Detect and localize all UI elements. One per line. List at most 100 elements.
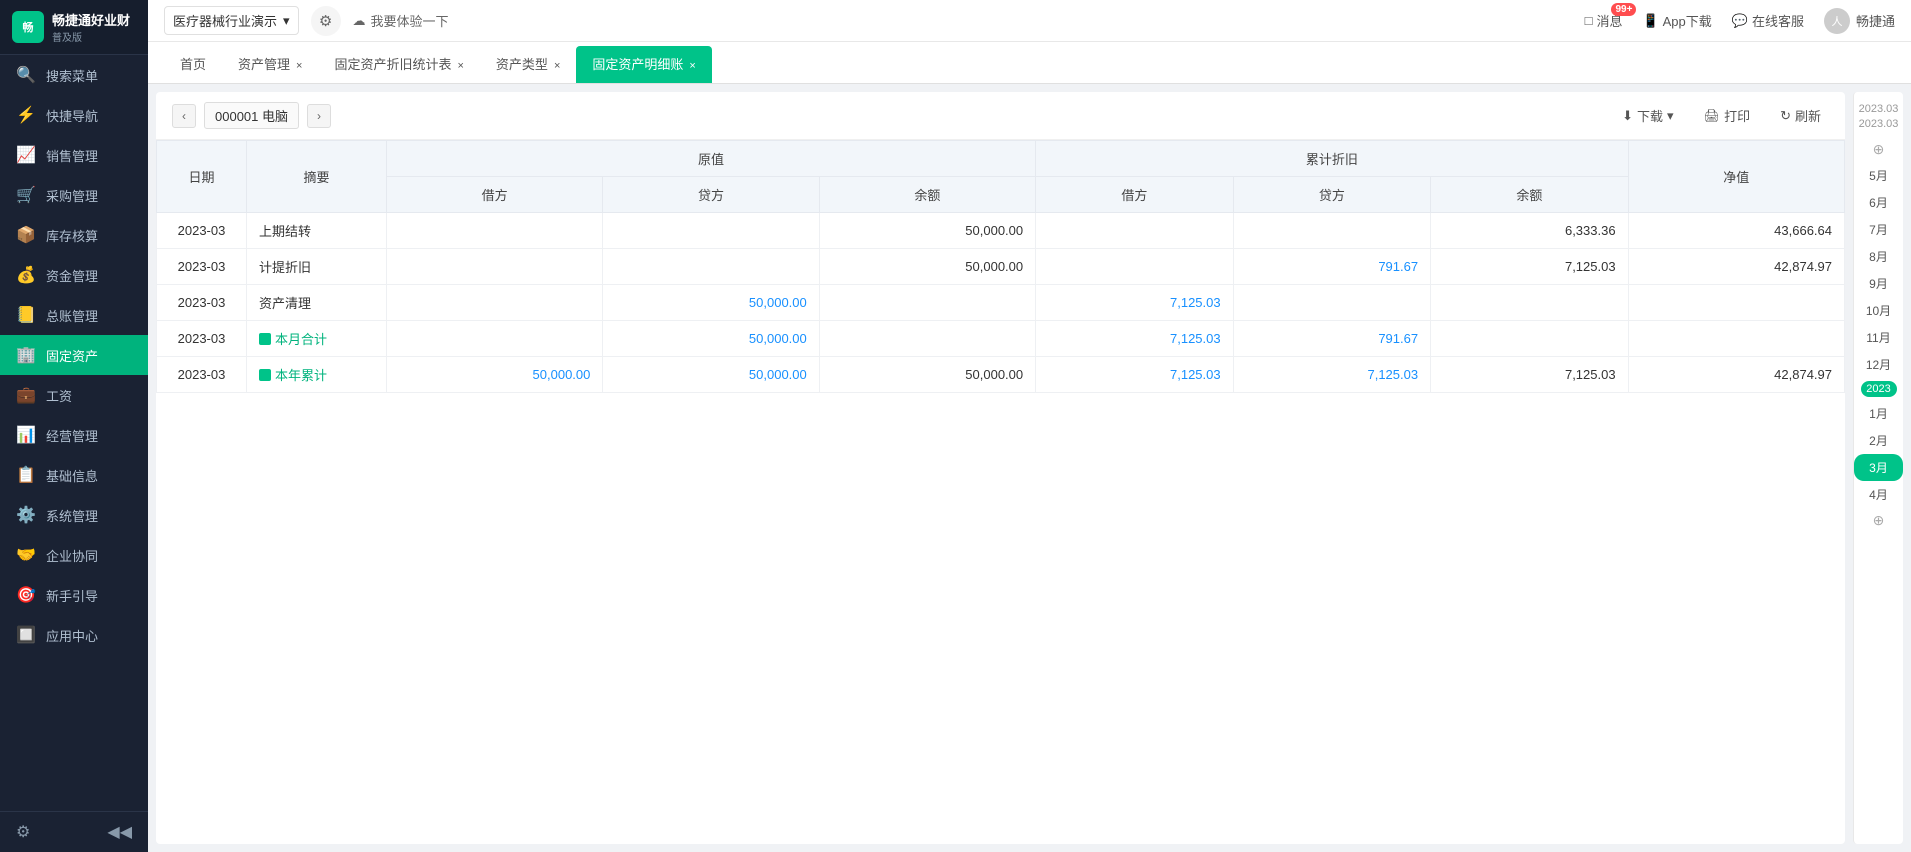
messages-badge: 99+ — [1611, 3, 1636, 16]
col-net-value: 净值 — [1628, 141, 1844, 213]
cell-date: 2023-03 — [157, 321, 247, 357]
timeline-expand-up[interactable]: ⊕ — [1869, 137, 1889, 162]
sidebar-label-fixed-assets: 固定资产 — [46, 346, 98, 365]
username: 畅捷通 — [1856, 11, 1895, 30]
settings-icon[interactable]: ⚙ — [16, 822, 30, 842]
asset-name-text: 电脑 — [262, 109, 288, 124]
tab-asset-management[interactable]: 资产管理× — [222, 46, 318, 83]
table-row: 2023-03 本月合计 50,000.00 7,125.03 791.67 — [157, 321, 1845, 357]
logo-icon: 畅 — [12, 11, 44, 43]
col-ad-debit: 借方 — [1036, 177, 1233, 213]
sidebar-label-quick-nav: 快捷导航 — [46, 106, 98, 125]
cell-ad-credit: 7,125.03 — [1233, 357, 1430, 393]
tab-asset-type[interactable]: 资产类型× — [480, 46, 576, 83]
cell-ov-credit — [603, 213, 819, 249]
col-summary: 摘要 — [247, 141, 387, 213]
sidebar-item-sales[interactable]: 📈 销售管理 — [0, 135, 148, 175]
tab-depreciation-stats[interactable]: 固定资产折旧统计表× — [318, 46, 479, 83]
dropdown-arrow: ▾ — [1667, 108, 1674, 124]
sidebar-icon-sales: 📈 — [16, 145, 36, 165]
panel-nav: ‹ 000001 电脑 › — [172, 102, 331, 129]
cell-date: 2023-03 — [157, 357, 247, 393]
next-button[interactable]: › — [307, 104, 331, 128]
table-row: 2023-03 上期结转 50,000.00 6,333.36 43,666.6… — [157, 213, 1845, 249]
sidebar-item-basic-info[interactable]: 📋基础信息 — [0, 455, 148, 495]
cell-summary: 上期结转 — [247, 213, 387, 249]
refresh-button[interactable]: ↻ 刷新 — [1772, 102, 1829, 129]
cell-ov-credit: 50,000.00 — [603, 285, 819, 321]
sidebar-label-inventory: 库存核算 — [46, 226, 98, 245]
cell-ad-balance: 6,333.36 — [1431, 213, 1628, 249]
sidebar-item-app-center[interactable]: 🔲应用中心 — [0, 615, 148, 655]
sidebar-item-payroll[interactable]: 💼工资 — [0, 375, 148, 415]
sidebar-item-fixed-assets[interactable]: 🏢固定资产 — [0, 335, 148, 375]
sidebar-item-ledger[interactable]: 📒总账管理 — [0, 295, 148, 335]
experience-button[interactable]: ☁ 我要体验一下 — [353, 11, 449, 30]
tab-close-asset-management[interactable]: × — [296, 60, 302, 72]
timeline-expand-down[interactable]: ⊕ — [1869, 508, 1889, 533]
download-button[interactable]: ⬇ 下载 ▾ — [1614, 102, 1681, 129]
timeline-item-4月[interactable]: 4月 — [1854, 481, 1903, 508]
cell-ov-balance: 50,000.00 — [819, 249, 1035, 285]
sidebar-item-quick-nav[interactable]: ⚡快捷导航 — [0, 95, 148, 135]
tab-close-asset-detail[interactable]: × — [689, 60, 695, 72]
sidebar-item-purchase[interactable]: 🛒采购管理 — [0, 175, 148, 215]
cell-date: 2023-03 — [157, 285, 247, 321]
timeline-item-12月[interactable]: 12月 — [1854, 351, 1903, 378]
col-original-value: 原值 — [387, 141, 1036, 177]
sidebar-item-collaboration[interactable]: 🤝企业协同 — [0, 535, 148, 575]
user-menu[interactable]: 人 畅捷通 — [1824, 8, 1895, 34]
tab-close-asset-type[interactable]: × — [554, 60, 560, 72]
cell-ov-debit: 50,000.00 — [387, 357, 603, 393]
logo-main: 畅捷通好业财 — [52, 10, 130, 29]
table-row: 2023-03 资产清理 50,000.00 7,125.03 — [157, 285, 1845, 321]
cell-date: 2023-03 — [157, 213, 247, 249]
timeline-item-1月[interactable]: 1月 — [1854, 400, 1903, 427]
timeline-item-2月[interactable]: 2月 — [1854, 427, 1903, 454]
timeline-year-2023[interactable]: 2023 — [1861, 381, 1897, 397]
timeline-item-8月[interactable]: 8月 — [1854, 243, 1903, 270]
cell-ov-debit — [387, 213, 603, 249]
collapse-icon[interactable]: ◀◀ — [107, 822, 132, 842]
sidebar: 畅 畅捷通好业财 普及版 🔍搜索菜单⚡快捷导航📈销售管理🛒采购管理📦库存核算💰资… — [0, 0, 148, 852]
topbar-right: □ 消息 99+ 📱 App下载 💬 在线客服 人 畅捷通 — [1585, 8, 1895, 34]
settings-button[interactable]: ⚙ — [311, 6, 341, 36]
timeline-item-3月[interactable]: 3月 — [1854, 454, 1903, 481]
sidebar-icon-inventory: 📦 — [16, 225, 36, 245]
tab-close-depreciation-stats[interactable]: × — [457, 60, 463, 72]
sidebar-item-inventory[interactable]: 📦 库存核算 — [0, 215, 148, 255]
timeline-item-11月[interactable]: 11月 — [1854, 324, 1903, 351]
timeline-item-9月[interactable]: 9月 — [1854, 270, 1903, 297]
sidebar-item-system[interactable]: ⚙️系统管理 — [0, 495, 148, 535]
timeline-item-5月[interactable]: 5月 — [1854, 162, 1903, 189]
tab-asset-detail[interactable]: 固定资产明细账× — [576, 46, 711, 83]
timeline-top-year: 2023.032023.03 — [1857, 98, 1901, 137]
cell-ad-credit — [1233, 285, 1430, 321]
sidebar-item-guide[interactable]: 🎯新手引导 — [0, 575, 148, 615]
messages-button[interactable]: □ 消息 99+ — [1585, 11, 1623, 30]
sidebar-item-finance[interactable]: 💰资金管理 — [0, 255, 148, 295]
timeline-item-6月[interactable]: 6月 — [1854, 189, 1903, 216]
download-icon: ⬇ — [1622, 108, 1633, 124]
sidebar-item-operations[interactable]: 📊经营管理 — [0, 415, 148, 455]
app-download-label: App下载 — [1663, 11, 1712, 30]
timeline-item-7月[interactable]: 7月 — [1854, 216, 1903, 243]
tab-home[interactable]: 首页 — [164, 46, 222, 83]
cell-summary: 计提折旧 — [247, 249, 387, 285]
company-selector[interactable]: 医疗器械行业演示 ▾ — [164, 6, 299, 35]
timeline-item-10月[interactable]: 10月 — [1854, 297, 1903, 324]
app-download-button[interactable]: 📱 App下载 — [1642, 11, 1711, 30]
print-button[interactable]: 🖨 打印 — [1696, 102, 1759, 129]
col-date: 日期 — [157, 141, 247, 213]
sidebar-icon-ledger: 📒 — [16, 305, 36, 325]
sidebar-icon-finance: 💰 — [16, 265, 36, 285]
asset-detail-table: 日期 摘要 原值 累计折旧 净值 借方 贷方 余额 借方 贷方 余额 — [156, 140, 1845, 393]
sidebar-label-basic-info: 基础信息 — [46, 466, 98, 485]
cell-net-value — [1628, 321, 1844, 357]
online-service-button[interactable]: 💬 在线客服 — [1732, 11, 1804, 30]
prev-button[interactable]: ‹ — [172, 104, 196, 128]
sidebar-item-search[interactable]: 🔍搜索菜单 — [0, 55, 148, 95]
sidebar-label-sales: 销售管理 — [46, 146, 98, 165]
service-label: 在线客服 — [1752, 11, 1804, 30]
sidebar-icon-operations: 📊 — [16, 425, 36, 445]
